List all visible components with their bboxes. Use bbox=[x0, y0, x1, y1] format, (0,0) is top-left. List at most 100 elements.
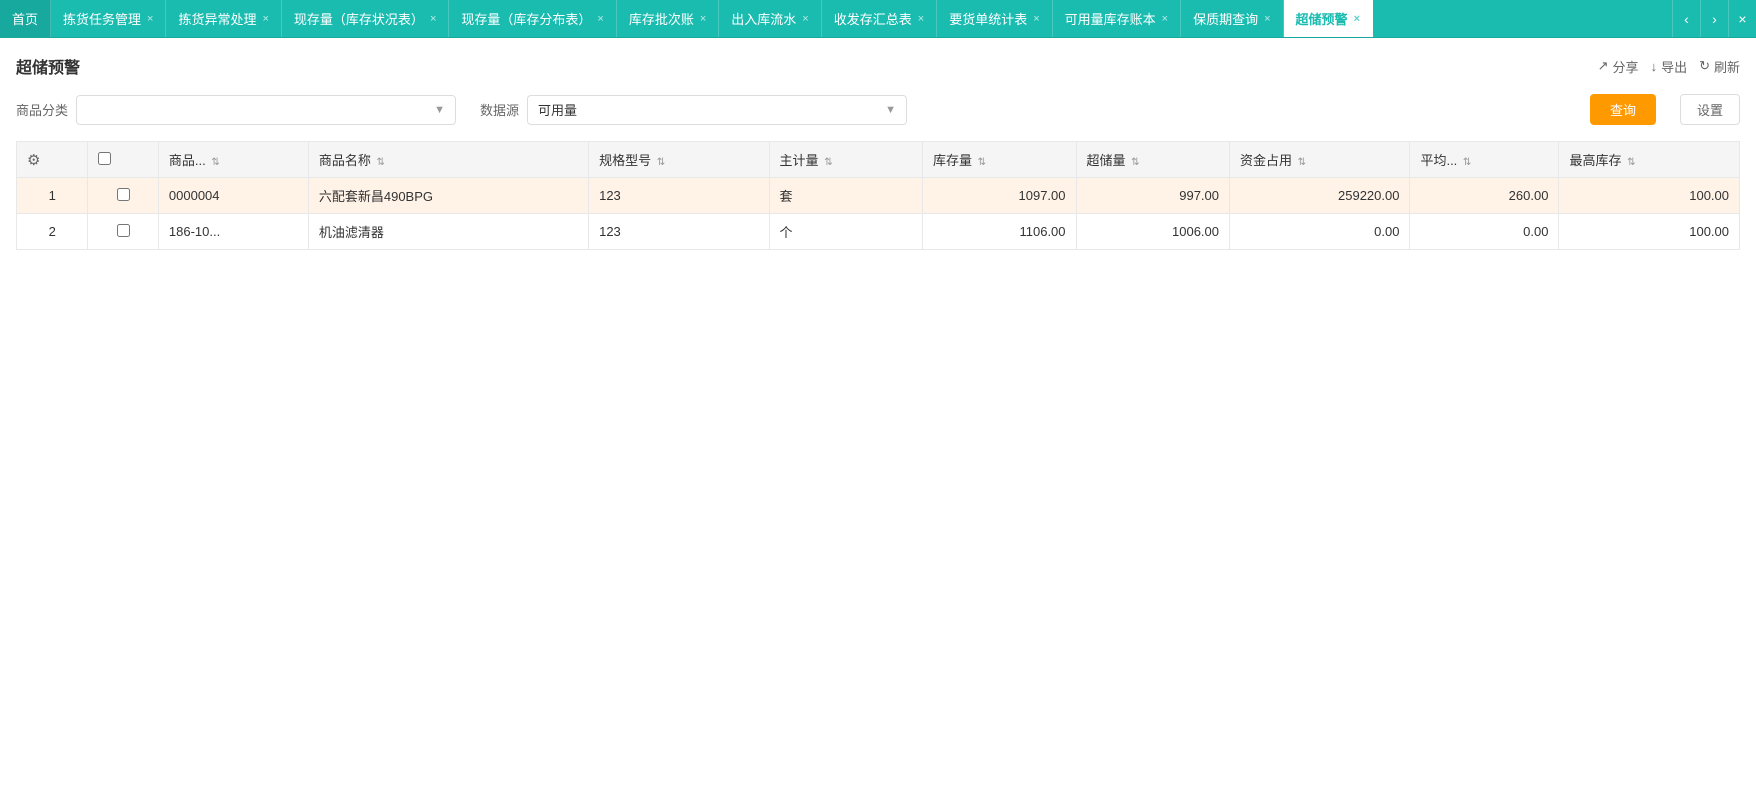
select-all-checkbox[interactable] bbox=[98, 152, 111, 165]
datasource-select[interactable]: 可用量 ▼ bbox=[527, 95, 907, 125]
nav-tab-[interactable]: 要货单统计表 × bbox=[937, 0, 1052, 38]
row-avg: 260.00 bbox=[1410, 178, 1559, 214]
row-product-name: 六配套新昌490BPG bbox=[308, 178, 588, 214]
page-title: 超储预警 bbox=[16, 54, 80, 78]
sort-product-name-icon[interactable]: ⇅ bbox=[377, 157, 385, 168]
nav-tab-label: 现存量（库存状况表） bbox=[294, 9, 424, 28]
row-capital: 0.00 bbox=[1230, 214, 1410, 250]
nav-tab-[interactable]: 超储预警 × bbox=[1284, 0, 1373, 38]
nav-tab-close-icon[interactable]: × bbox=[597, 13, 603, 25]
col-unit: 主计量 ⇅ bbox=[769, 142, 922, 178]
nav-tab-label: 要货单统计表 bbox=[949, 9, 1027, 28]
header-actions: ↗ 分享 ↓ 导出 ↻ 刷新 bbox=[1598, 57, 1740, 76]
category-select[interactable]: ▼ bbox=[76, 95, 456, 125]
nav-tab-[interactable]: 首页 bbox=[0, 0, 51, 38]
nav-tab-close-icon[interactable]: × bbox=[1264, 13, 1270, 25]
nav-tab-[interactable]: 出入库流水 × bbox=[719, 0, 821, 38]
row-max-stock: 100.00 bbox=[1559, 178, 1740, 214]
share-icon: ↗ bbox=[1598, 58, 1609, 74]
nav-tab-label: 超储预警 bbox=[1296, 9, 1348, 28]
share-button[interactable]: ↗ 分享 bbox=[1598, 57, 1639, 76]
nav-tab-[interactable]: 保质期查询 × bbox=[1181, 0, 1283, 38]
query-button[interactable]: 查询 bbox=[1590, 94, 1656, 125]
nav-tab-close-icon[interactable]: × bbox=[802, 13, 808, 25]
nav-tab-close-icon[interactable]: × bbox=[1033, 13, 1039, 25]
nav-tab-close-icon[interactable]: × bbox=[1354, 13, 1360, 25]
sort-unit-icon[interactable]: ⇅ bbox=[824, 157, 832, 168]
row-product-code: 0000004 bbox=[158, 178, 308, 214]
page-content: 超储预警 ↗ 分享 ↓ 导出 ↻ 刷新 商品分类 ▼ 数据源 bbox=[0, 38, 1756, 800]
nav-tab-[interactable]: 可用量库存账本 × bbox=[1053, 0, 1181, 38]
row-stock: 1097.00 bbox=[923, 178, 1076, 214]
col-spec: 规格型号 ⇅ bbox=[589, 142, 769, 178]
sort-stock-icon[interactable]: ⇅ bbox=[978, 157, 986, 168]
sort-max-stock-icon[interactable]: ⇅ bbox=[1627, 157, 1635, 168]
table-row: 1 0000004 六配套新昌490BPG 123 套 1097.00 997.… bbox=[17, 178, 1740, 214]
nav-tab-close-icon[interactable]: × bbox=[918, 13, 924, 25]
row-capital: 259220.00 bbox=[1230, 178, 1410, 214]
nav-tab-label: 现存量（库存分布表） bbox=[461, 9, 591, 28]
col-settings: ⚙ bbox=[17, 142, 88, 178]
nav-tab-close-icon[interactable]: × bbox=[1162, 13, 1168, 25]
col-product-code: 商品... ⇅ bbox=[158, 142, 308, 178]
nav-bar: 首页拣货任务管理×拣货异常处理×现存量（库存状况表）×现存量（库存分布表）×库存… bbox=[0, 0, 1756, 38]
table-row: 2 186-10... 机油滤清器 123 个 1106.00 1006.00 … bbox=[17, 214, 1740, 250]
col-capital: 资金占用 ⇅ bbox=[1230, 142, 1410, 178]
col-overstock: 超储量 ⇅ bbox=[1076, 142, 1229, 178]
sort-capital-icon[interactable]: ⇅ bbox=[1298, 157, 1306, 168]
datasource-label: 数据源 bbox=[480, 100, 519, 119]
datasource-chevron-icon: ▼ bbox=[885, 104, 896, 116]
row-overstock: 997.00 bbox=[1076, 178, 1229, 214]
nav-tab-label: 保质期查询 bbox=[1193, 9, 1258, 28]
row-max-stock: 100.00 bbox=[1559, 214, 1740, 250]
nav-prev-arrow[interactable]: ‹ bbox=[1672, 0, 1700, 38]
nav-tab-close-icon[interactable]: × bbox=[700, 13, 706, 25]
nav-tab-[interactable]: 库存批次账 × bbox=[617, 0, 719, 38]
sort-avg-icon[interactable]: ⇅ bbox=[1463, 157, 1471, 168]
nav-tab-label: 库存批次账 bbox=[629, 9, 694, 28]
col-avg: 平均... ⇅ bbox=[1410, 142, 1559, 178]
category-filter-group: 商品分类 ▼ bbox=[16, 95, 456, 125]
nav-tab-close-icon[interactable]: × bbox=[262, 13, 268, 25]
nav-tab-label: 拣货异常处理 bbox=[178, 9, 256, 28]
settings-gear-icon[interactable]: ⚙ bbox=[27, 152, 40, 169]
category-chevron-icon: ▼ bbox=[434, 104, 445, 116]
filter-row: 商品分类 ▼ 数据源 可用量 ▼ 查询 设置 bbox=[16, 94, 1740, 125]
nav-tab-label: 出入库流水 bbox=[731, 9, 796, 28]
export-icon: ↓ bbox=[1651, 59, 1658, 74]
table-header-row: ⚙ 商品... ⇅ 商品名称 ⇅ 规格型号 ⇅ 主计量 bbox=[17, 142, 1740, 178]
nav-tab-close-icon[interactable]: × bbox=[430, 13, 436, 25]
nav-tab-[interactable]: 拣货异常处理 × bbox=[166, 0, 281, 38]
sort-overstock-icon[interactable]: ⇅ bbox=[1131, 157, 1139, 168]
nav-tab-close-icon[interactable]: × bbox=[147, 13, 153, 25]
nav-next-arrow[interactable]: › bbox=[1700, 0, 1728, 38]
refresh-button[interactable]: ↻ 刷新 bbox=[1699, 57, 1740, 76]
page-header: 超储预警 ↗ 分享 ↓ 导出 ↻ 刷新 bbox=[16, 54, 1740, 78]
nav-arrows: ‹ › × bbox=[1672, 0, 1756, 38]
row-index: 2 bbox=[17, 214, 88, 250]
row-spec: 123 bbox=[589, 214, 769, 250]
set-button[interactable]: 设置 bbox=[1680, 94, 1740, 125]
row-unit: 个 bbox=[769, 214, 922, 250]
refresh-icon: ↻ bbox=[1699, 58, 1710, 74]
col-product-name: 商品名称 ⇅ bbox=[308, 142, 588, 178]
nav-tab-label: 拣货任务管理 bbox=[63, 9, 141, 28]
col-max-stock: 最高库存 ⇅ bbox=[1559, 142, 1740, 178]
row-checkbox[interactable] bbox=[117, 188, 130, 201]
nav-tab-[interactable]: 拣货任务管理 × bbox=[51, 0, 166, 38]
datasource-select-value: 可用量 bbox=[538, 100, 577, 119]
col-stock: 库存量 ⇅ bbox=[923, 142, 1076, 178]
nav-tab-label: 首页 bbox=[12, 9, 38, 28]
sort-spec-icon[interactable]: ⇅ bbox=[657, 157, 665, 168]
nav-tab-label: 可用量库存账本 bbox=[1065, 9, 1156, 28]
sort-product-code-icon[interactable]: ⇅ bbox=[211, 157, 219, 168]
row-index: 1 bbox=[17, 178, 88, 214]
nav-tab-[interactable]: 收发存汇总表× bbox=[822, 0, 937, 38]
datasource-filter-group: 数据源 可用量 ▼ bbox=[480, 95, 907, 125]
export-button[interactable]: ↓ 导出 bbox=[1651, 57, 1688, 76]
nav-tab-[interactable]: 现存量（库存分布表） × bbox=[449, 0, 616, 38]
nav-tab-[interactable]: 现存量（库存状况表） × bbox=[282, 0, 449, 38]
nav-close-arrow[interactable]: × bbox=[1728, 0, 1756, 38]
row-checkbox[interactable] bbox=[117, 224, 130, 237]
row-stock: 1106.00 bbox=[923, 214, 1076, 250]
